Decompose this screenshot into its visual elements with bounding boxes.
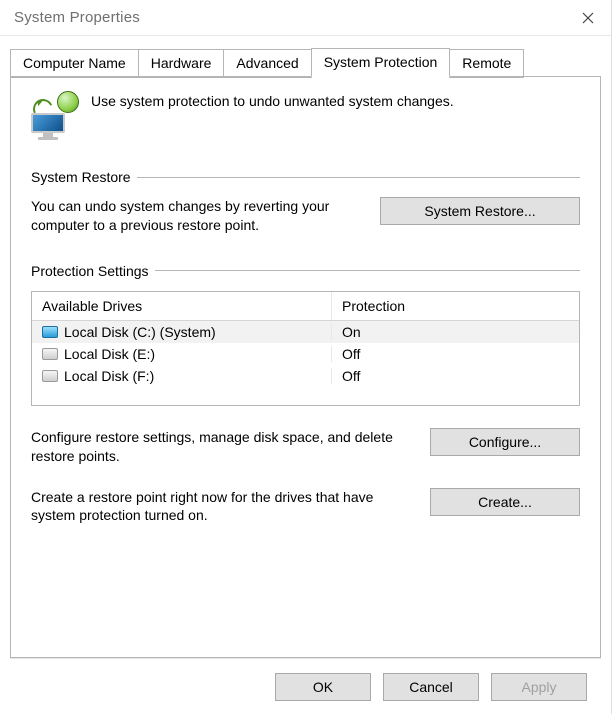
configure-desc: Configure restore settings, manage disk … <box>31 428 412 466</box>
system-restore-desc: You can undo system changes by reverting… <box>31 197 362 235</box>
cancel-button[interactable]: Cancel <box>383 673 479 701</box>
content-area: Computer Name Hardware Advanced System P… <box>0 36 611 714</box>
drive-row[interactable]: Local Disk (E:) Off <box>32 343 579 365</box>
system-restore-row: You can undo system changes by reverting… <box>31 197 580 235</box>
drive-protection: Off <box>332 346 579 362</box>
system-restore-icon <box>31 93 77 139</box>
ok-button[interactable]: OK <box>275 673 371 701</box>
divider <box>137 177 580 178</box>
drive-table-header: Available Drives Protection <box>32 292 579 321</box>
tab-hardware[interactable]: Hardware <box>138 49 225 78</box>
drive-protection: On <box>332 324 579 340</box>
divider <box>155 270 580 271</box>
drive-table-body: Local Disk (C:) (System) On Local Disk (… <box>32 321 579 405</box>
close-icon <box>582 12 594 24</box>
drive-table: Available Drives Protection Local Disk (… <box>31 291 580 406</box>
tab-panel: Use system protection to undo unwanted s… <box>10 76 601 658</box>
system-restore-button[interactable]: System Restore... <box>380 197 580 225</box>
drive-label: Local Disk (E:) <box>64 346 155 362</box>
tab-system-protection[interactable]: System Protection <box>311 48 451 77</box>
drive-protection: Off <box>332 368 579 384</box>
drive-icon <box>42 370 58 382</box>
close-button[interactable] <box>565 0 611 36</box>
drive-label: Local Disk (F:) <box>64 368 154 384</box>
intro-text: Use system protection to undo unwanted s… <box>91 91 454 109</box>
create-row: Create a restore point right now for the… <box>31 488 580 526</box>
group-protection-settings: Protection Settings <box>31 263 580 279</box>
group-system-restore: System Restore <box>31 169 580 185</box>
drive-icon <box>42 348 58 360</box>
create-button[interactable]: Create... <box>430 488 580 516</box>
apply-button[interactable]: Apply <box>491 673 587 701</box>
window-title: System Properties <box>14 9 140 26</box>
configure-button[interactable]: Configure... <box>430 428 580 456</box>
group-label-text: Protection Settings <box>31 263 149 279</box>
drive-row[interactable]: Local Disk (F:) Off <box>32 365 579 387</box>
column-header-protection[interactable]: Protection <box>332 292 579 320</box>
configure-row: Configure restore settings, manage disk … <box>31 428 580 466</box>
intro-section: Use system protection to undo unwanted s… <box>31 91 580 139</box>
create-desc: Create a restore point right now for the… <box>31 488 412 526</box>
group-label-text: System Restore <box>31 169 131 185</box>
tab-computer-name[interactable]: Computer Name <box>10 49 139 78</box>
titlebar: System Properties <box>0 0 611 36</box>
drive-label: Local Disk (C:) (System) <box>64 324 216 340</box>
drive-row[interactable]: Local Disk (C:) (System) On <box>32 321 579 343</box>
tab-strip: Computer Name Hardware Advanced System P… <box>10 48 601 77</box>
drive-icon <box>42 326 58 338</box>
column-header-drives[interactable]: Available Drives <box>32 292 332 320</box>
dialog-footer: OK Cancel Apply <box>10 658 601 714</box>
tab-remote[interactable]: Remote <box>449 49 524 78</box>
tab-advanced[interactable]: Advanced <box>223 49 311 78</box>
system-properties-window: System Properties Computer Name Hardware… <box>0 0 612 714</box>
